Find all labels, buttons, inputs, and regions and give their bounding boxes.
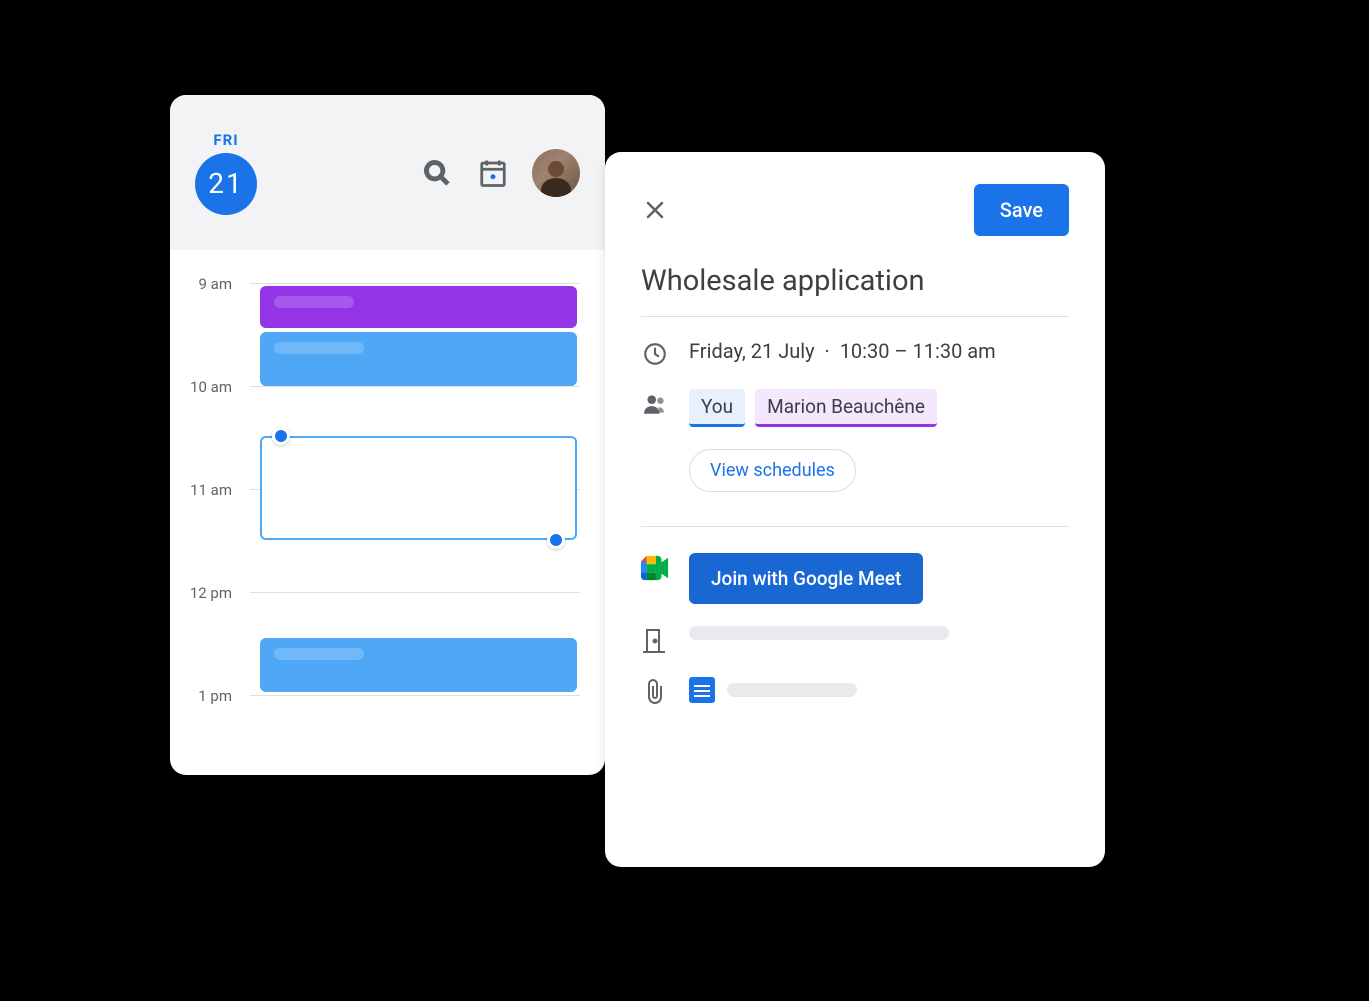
event-title-placeholder bbox=[274, 342, 364, 354]
calendar-timeline[interactable]: 9 am 10 am 11 am 12 pm 1 pm bbox=[170, 250, 605, 775]
event-title[interactable]: Wholesale application bbox=[641, 264, 1069, 317]
date-number: 21 bbox=[195, 153, 257, 215]
calendar-day-view: FRI 21 9 am 10 am 11 am 12 pm 1 pm bbox=[170, 95, 605, 775]
attachment-icon bbox=[641, 676, 669, 704]
event-title-placeholder bbox=[274, 296, 354, 308]
drag-handle-start[interactable] bbox=[272, 427, 290, 445]
attachment-placeholder bbox=[727, 683, 857, 697]
room-placeholder bbox=[689, 626, 949, 640]
save-button[interactable]: Save bbox=[974, 184, 1069, 236]
join-meet-button[interactable]: Join with Google Meet bbox=[689, 553, 923, 604]
event-title-placeholder bbox=[274, 648, 364, 660]
google-meet-icon bbox=[641, 553, 669, 581]
avatar[interactable] bbox=[532, 149, 580, 197]
date-badge[interactable]: FRI 21 bbox=[195, 131, 257, 215]
time-label: 12 pm bbox=[170, 584, 242, 602]
close-icon[interactable] bbox=[641, 196, 669, 224]
docs-icon bbox=[689, 677, 715, 703]
calendar-event-block[interactable] bbox=[260, 286, 577, 328]
guest-chip[interactable]: Marion Beauchêne bbox=[755, 389, 937, 427]
calendar-event-block[interactable] bbox=[260, 332, 577, 386]
time-selection-box[interactable] bbox=[260, 436, 577, 540]
time-label: 1 pm bbox=[170, 687, 242, 705]
search-icon[interactable] bbox=[420, 156, 454, 190]
divider bbox=[641, 526, 1069, 527]
time-label: 11 am bbox=[170, 481, 242, 499]
calendar-header: FRI 21 bbox=[170, 95, 605, 250]
room-icon bbox=[641, 626, 669, 654]
guests-row: You Marion Beauchêne bbox=[641, 389, 1069, 427]
grid-line bbox=[250, 592, 580, 593]
event-details-panel: Save Wholesale application Friday, 21 Ju… bbox=[605, 152, 1105, 867]
view-schedules-button[interactable]: View schedules bbox=[689, 449, 856, 492]
grid-line bbox=[250, 283, 580, 284]
drag-handle-end[interactable] bbox=[547, 531, 565, 549]
today-icon[interactable] bbox=[476, 156, 510, 190]
grid-line bbox=[250, 695, 580, 696]
room-row[interactable] bbox=[641, 626, 1069, 654]
calendar-event-block[interactable] bbox=[260, 638, 577, 692]
people-icon bbox=[641, 389, 669, 417]
event-datetime: Friday, 21 July · 10:30 – 11:30 am bbox=[689, 339, 996, 363]
meet-row: Join with Google Meet bbox=[641, 553, 1069, 604]
time-label: 9 am bbox=[170, 275, 242, 293]
attachment-row[interactable] bbox=[641, 676, 1069, 704]
day-of-week-label: FRI bbox=[213, 131, 238, 149]
clock-icon bbox=[641, 339, 669, 367]
grid-line bbox=[250, 386, 580, 387]
time-label: 10 am bbox=[170, 378, 242, 396]
guest-chip-you[interactable]: You bbox=[689, 389, 745, 427]
datetime-row[interactable]: Friday, 21 July · 10:30 – 11:30 am bbox=[641, 339, 1069, 367]
